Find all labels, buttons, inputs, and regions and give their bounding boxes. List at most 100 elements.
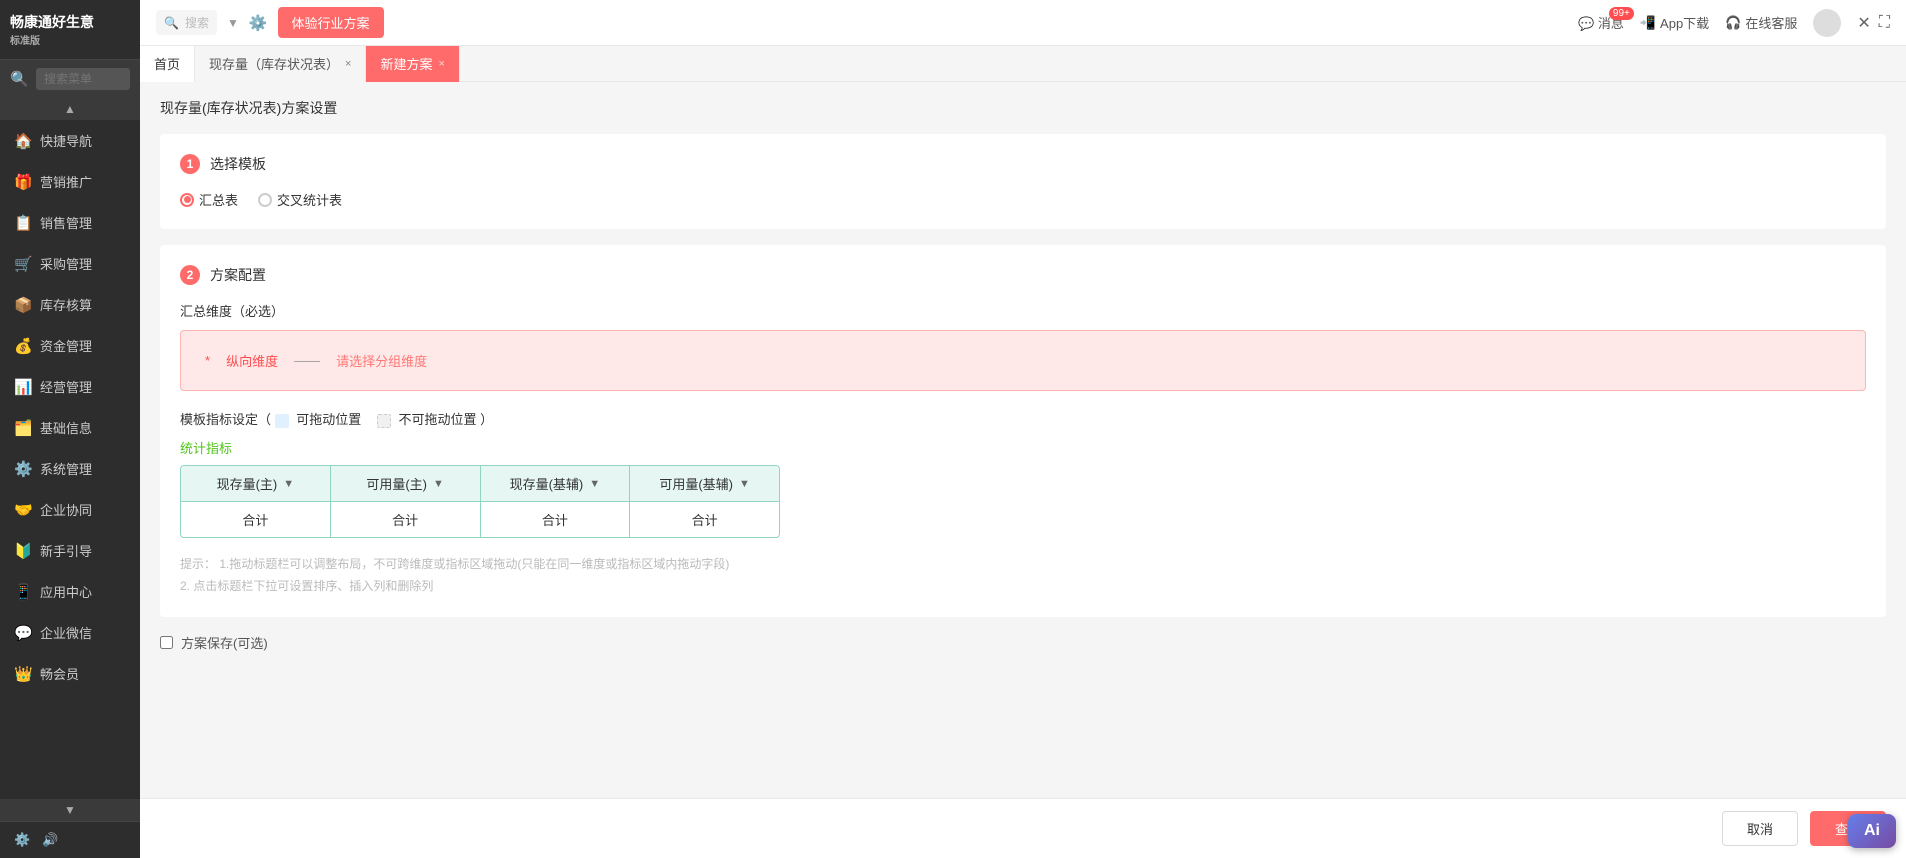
- sidebar-label-operations: 经营管理: [40, 377, 92, 396]
- chat-icon: 💬: [14, 624, 32, 642]
- badge-icon: 🔰: [14, 542, 32, 560]
- template-radio-group: 汇总表 交叉统计表: [180, 190, 1866, 209]
- dimension-arrow: ——: [294, 353, 320, 368]
- sidebar-search-input[interactable]: [36, 68, 130, 90]
- tab-inventory-close-icon[interactable]: ×: [345, 58, 351, 70]
- tab-home-label: 首页: [154, 54, 180, 73]
- radio-cross-label: 交叉统计表: [277, 190, 342, 209]
- sidebar-scroll-down[interactable]: ▼: [0, 799, 140, 821]
- dimension-label-text: 汇总维度（必选）: [180, 304, 284, 319]
- col-3-dropdown-icon[interactable]: ▼: [739, 478, 750, 490]
- col-1-dropdown-icon[interactable]: ▼: [433, 478, 444, 490]
- step1-title: 选择模板: [210, 154, 266, 174]
- sidebar-item-basic[interactable]: 🗂️ 基础信息: [0, 407, 140, 448]
- clipboard-icon: 📋: [14, 214, 32, 232]
- topbar-search-area[interactable]: 🔍 搜索: [156, 10, 217, 35]
- metrics-section: 模板指标设定（ 可拖动位置 不可拖动位置 ） 统计指标 现存量(主) ▼: [180, 409, 1866, 538]
- step2-card: 2 方案配置 汇总维度（必选） * 纵向维度 —— 请选择分组维度 模板指标设定…: [160, 245, 1886, 617]
- radio-summary-label: 汇总表: [199, 190, 238, 209]
- step1-header: 1 选择模板: [180, 154, 1866, 174]
- topbar-settings-icon[interactable]: ⚙️: [249, 14, 268, 32]
- save-checkbox[interactable]: [160, 636, 173, 649]
- col-2-dropdown-icon[interactable]: ▼: [589, 478, 600, 490]
- stats-cell-0-3: 合计: [630, 502, 779, 537]
- online-service-link[interactable]: 🎧 在线客服: [1725, 13, 1797, 32]
- close-button[interactable]: ✕: [1857, 13, 1870, 33]
- sidebar-item-inventory[interactable]: 📦 库存核算: [0, 284, 140, 325]
- download-icon: 📲: [1640, 15, 1656, 31]
- page-title: 现存量(库存状况表)方案设置: [160, 98, 1886, 118]
- stats-cell-0-0: 合计: [181, 502, 331, 537]
- metrics-label-close: ）: [480, 412, 493, 427]
- radio-summary-dot: [180, 193, 194, 207]
- topbar-dropdown-icon[interactable]: ▼: [227, 16, 239, 30]
- app-name: 畅康通好生意: [10, 12, 130, 32]
- tab-new-plan-label: 新建方案: [380, 54, 432, 73]
- dimension-placeholder: 请选择分组维度: [336, 351, 427, 370]
- online-service-label: 在线客服: [1745, 13, 1797, 32]
- gift-icon: 🎁: [14, 173, 32, 191]
- tab-home[interactable]: 首页: [140, 46, 195, 82]
- tab-new-plan[interactable]: 新建方案 ×: [366, 46, 459, 82]
- money-icon: 💰: [14, 337, 32, 355]
- stats-col-2-label: 现存量(基辅): [510, 474, 584, 493]
- tab-new-plan-close-icon[interactable]: ×: [438, 58, 444, 70]
- sidebar-item-new-guide[interactable]: 🔰 新手引导: [0, 530, 140, 571]
- stats-col-3[interactable]: 可用量(基辅) ▼: [630, 466, 779, 501]
- save-label: 方案保存(可选): [181, 633, 268, 652]
- tab-inventory-status[interactable]: 现存量（库存状况表） ×: [195, 46, 366, 82]
- stats-col-2[interactable]: 现存量(基辅) ▼: [481, 466, 631, 501]
- dimension-box[interactable]: * 纵向维度 —— 请选择分组维度: [180, 330, 1866, 391]
- cancel-button[interactable]: 取消: [1722, 811, 1798, 846]
- volume-icon[interactable]: 🔊: [42, 832, 58, 848]
- dimension-required-mark: *: [205, 353, 210, 368]
- radio-cross-dot: [258, 193, 272, 207]
- bottom-bar: 取消 查询: [140, 798, 1906, 858]
- settings-icon[interactable]: ⚙️: [14, 832, 30, 848]
- sidebar-item-system[interactable]: ⚙️ 系统管理: [0, 448, 140, 489]
- industry-plan-button[interactable]: 体验行业方案: [278, 7, 384, 38]
- sidebar-label-marketing: 营销推广: [40, 172, 92, 191]
- stats-col-3-label: 可用量(基辅): [659, 474, 733, 493]
- sidebar-item-quick-nav[interactable]: 🏠 快捷导航: [0, 120, 140, 161]
- sidebar-label-quick-nav: 快捷导航: [40, 131, 92, 150]
- sidebar-item-operations[interactable]: 📊 经营管理: [0, 366, 140, 407]
- sidebar-item-marketing[interactable]: 🎁 营销推广: [0, 161, 140, 202]
- step2-title: 方案配置: [210, 265, 266, 285]
- expand-button[interactable]: ⛶: [1879, 14, 1890, 32]
- headset-icon: 🎧: [1725, 15, 1741, 31]
- sidebar-item-cooperation[interactable]: 🤝 企业协同: [0, 489, 140, 530]
- message-button[interactable]: 💬 消息 99+: [1578, 13, 1624, 32]
- cart-icon: 🛒: [14, 255, 32, 273]
- user-avatar[interactable]: [1813, 9, 1841, 37]
- message-icon: 💬: [1578, 16, 1594, 31]
- stats-col-0[interactable]: 现存量(主) ▼: [181, 466, 331, 501]
- window-controls: ✕ ⛶: [1857, 13, 1890, 33]
- sidebar-label-membership: 畅会员: [40, 664, 79, 683]
- topbar-right: 💬 消息 99+ 📲 App下载 🎧 在线客服 ✕ ⛶: [1578, 9, 1890, 37]
- topbar-left: 🔍 搜索 ▼ ⚙️ 体验行业方案: [156, 7, 384, 38]
- home-icon: 🏠: [14, 132, 32, 150]
- box-icon: 📦: [14, 296, 32, 314]
- stats-cell-0-2: 合计: [481, 502, 631, 537]
- sidebar-item-membership[interactable]: 👑 畅会员: [0, 653, 140, 694]
- app-download-link[interactable]: 📲 App下载: [1640, 13, 1709, 32]
- ai-button[interactable]: Ai: [1848, 814, 1896, 848]
- sidebar-search-area[interactable]: 🔍: [0, 60, 140, 98]
- folder-icon: 🗂️: [14, 419, 32, 437]
- topbar-search-text: 搜索: [185, 14, 209, 31]
- stats-col-1[interactable]: 可用量(主) ▼: [331, 466, 481, 501]
- sidebar-item-purchase[interactable]: 🛒 采购管理: [0, 243, 140, 284]
- sidebar-item-app-center[interactable]: 📱 应用中心: [0, 571, 140, 612]
- sidebar-scroll-up[interactable]: ▲: [0, 98, 140, 120]
- save-option: 方案保存(可选): [160, 633, 1886, 652]
- sidebar-item-wechat[interactable]: 💬 企业微信: [0, 612, 140, 653]
- sidebar-item-finance[interactable]: 💰 资金管理: [0, 325, 140, 366]
- tips-section: 提示： 1.拖动标题栏可以调整布局，不可跨维度或指标区域拖动(只能在同一维度或指…: [180, 554, 1866, 597]
- col-0-dropdown-icon[interactable]: ▼: [283, 478, 294, 490]
- radio-summary[interactable]: 汇总表: [180, 190, 238, 209]
- radio-cross[interactable]: 交叉统计表: [258, 190, 342, 209]
- search-icon: 🔍: [10, 70, 28, 88]
- step2-num: 2: [180, 265, 200, 285]
- sidebar-item-sales[interactable]: 📋 销售管理: [0, 202, 140, 243]
